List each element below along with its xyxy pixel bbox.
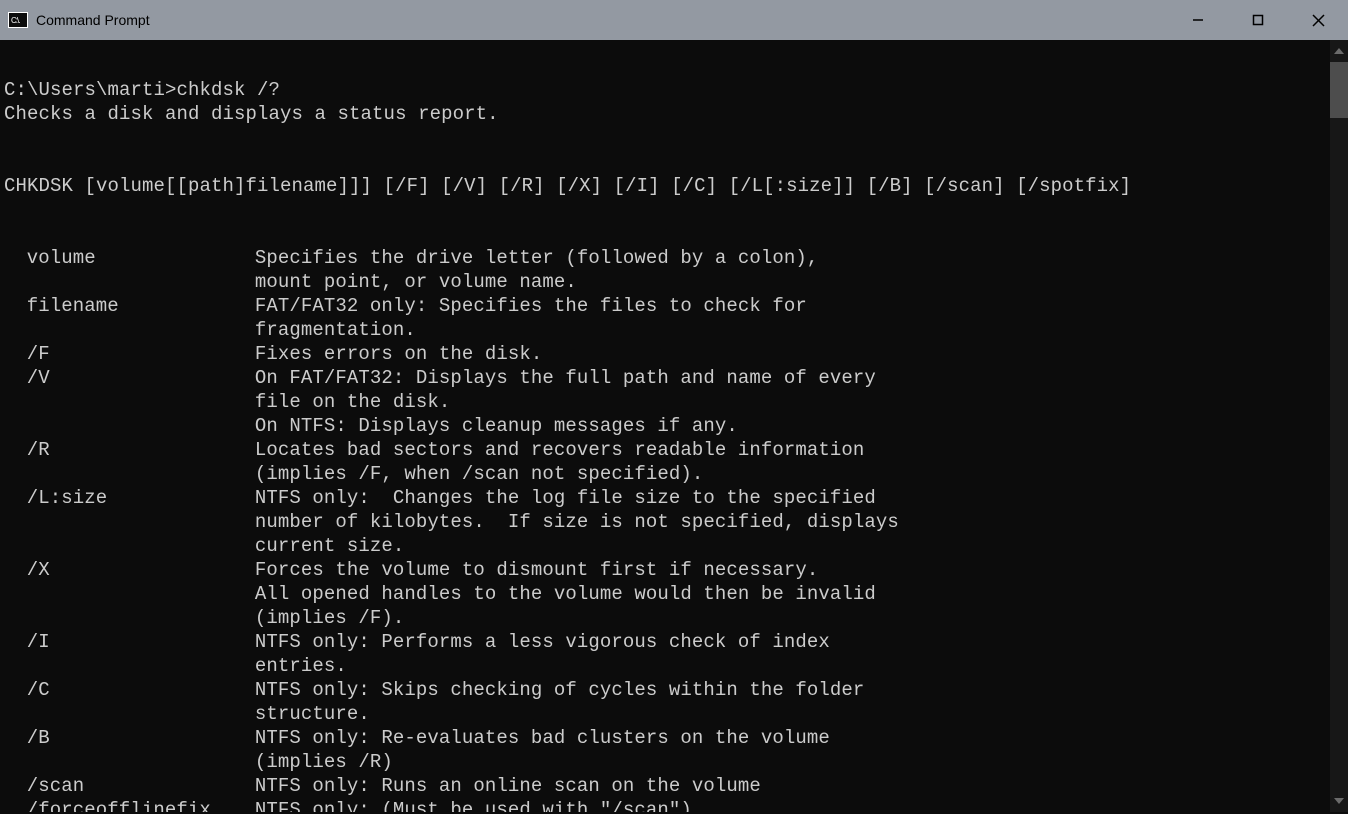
window-titlebar[interactable]: C:\. Command Prompt bbox=[0, 0, 1348, 40]
param-row: /VOn FAT/FAT32: Displays the full path a… bbox=[4, 366, 1326, 390]
window-title: Command Prompt bbox=[36, 12, 150, 28]
param-row: volumeSpecifies the drive letter (follow… bbox=[4, 246, 1326, 270]
param-name: /F bbox=[4, 342, 255, 366]
param-desc-cont: entries. bbox=[4, 654, 1326, 678]
minimize-button[interactable] bbox=[1168, 0, 1228, 40]
param-desc: Locates bad sectors and recovers readabl… bbox=[255, 438, 865, 462]
output-description: Checks a disk and displays a status repo… bbox=[4, 103, 499, 125]
param-row: /scanNTFS only: Runs an online scan on t… bbox=[4, 774, 1326, 798]
window-controls bbox=[1168, 0, 1348, 40]
param-desc-cont: mount point, or volume name. bbox=[4, 270, 1326, 294]
param-desc: NTFS only: (Must be used with "/scan") bbox=[255, 798, 692, 812]
param-row: /XForces the volume to dismount first if… bbox=[4, 558, 1326, 582]
param-desc-cont: file on the disk. bbox=[4, 390, 1326, 414]
param-name: /V bbox=[4, 366, 255, 390]
param-name: /X bbox=[4, 558, 255, 582]
output-syntax: CHKDSK [volume[[path]filename]]] [/F] [/… bbox=[4, 175, 1131, 197]
param-name: volume bbox=[4, 246, 255, 270]
scroll-down-arrow-icon[interactable] bbox=[1330, 790, 1348, 812]
param-row: /FFixes errors on the disk. bbox=[4, 342, 1326, 366]
param-desc-cont: current size. bbox=[4, 534, 1326, 558]
param-desc: FAT/FAT32 only: Specifies the files to c… bbox=[255, 294, 807, 318]
param-name: /L:size bbox=[4, 486, 255, 510]
param-desc: NTFS only: Skips checking of cycles with… bbox=[255, 678, 865, 702]
prompt-command: chkdsk /? bbox=[177, 79, 281, 101]
param-desc: On FAT/FAT32: Displays the full path and… bbox=[255, 366, 876, 390]
param-name: filename bbox=[4, 294, 255, 318]
param-row: /INTFS only: Performs a less vigorous ch… bbox=[4, 630, 1326, 654]
close-button[interactable] bbox=[1288, 0, 1348, 40]
param-desc: NTFS only: Re-evaluates bad clusters on … bbox=[255, 726, 830, 750]
param-desc: NTFS only: Changes the log file size to … bbox=[255, 486, 876, 510]
param-desc: Fixes errors on the disk. bbox=[255, 342, 543, 366]
param-desc-cont: (implies /R) bbox=[4, 750, 1326, 774]
param-desc: NTFS only: Performs a less vigorous chec… bbox=[255, 630, 830, 654]
param-row: filenameFAT/FAT32 only: Specifies the fi… bbox=[4, 294, 1326, 318]
maximize-button[interactable] bbox=[1228, 0, 1288, 40]
param-desc: Specifies the drive letter (followed by … bbox=[255, 246, 819, 270]
close-icon bbox=[1312, 14, 1325, 27]
scroll-thumb[interactable] bbox=[1330, 62, 1348, 118]
param-name: /C bbox=[4, 678, 255, 702]
param-name: /I bbox=[4, 630, 255, 654]
param-desc-cont: fragmentation. bbox=[4, 318, 1326, 342]
param-row: /CNTFS only: Skips checking of cycles wi… bbox=[4, 678, 1326, 702]
param-desc-cont: (implies /F, when /scan not specified). bbox=[4, 462, 1326, 486]
minimize-icon bbox=[1192, 14, 1204, 26]
param-row: /BNTFS only: Re-evaluates bad clusters o… bbox=[4, 726, 1326, 750]
maximize-icon bbox=[1252, 14, 1264, 26]
prompt-path: C:\Users\marti> bbox=[4, 79, 177, 101]
param-desc-cont: number of kilobytes. If size is not spec… bbox=[4, 510, 1326, 534]
param-row: /forceofflinefixNTFS only: (Must be used… bbox=[4, 798, 1326, 812]
param-name: /R bbox=[4, 438, 255, 462]
param-row: /RLocates bad sectors and recovers reada… bbox=[4, 438, 1326, 462]
param-desc-cont: All opened handles to the volume would t… bbox=[4, 582, 1326, 606]
param-desc: Forces the volume to dismount first if n… bbox=[255, 558, 819, 582]
param-row: /L:sizeNTFS only: Changes the log file s… bbox=[4, 486, 1326, 510]
param-desc: NTFS only: Runs an online scan on the vo… bbox=[255, 774, 761, 798]
param-name: /B bbox=[4, 726, 255, 750]
param-desc-cont: (implies /F). bbox=[4, 606, 1326, 630]
param-desc-cont: structure. bbox=[4, 702, 1326, 726]
vertical-scrollbar[interactable] bbox=[1330, 40, 1348, 812]
param-name: /scan bbox=[4, 774, 255, 798]
cmd-icon: C:\. bbox=[8, 12, 28, 28]
scroll-up-arrow-icon[interactable] bbox=[1330, 40, 1348, 62]
param-name: /forceofflinefix bbox=[4, 798, 255, 812]
param-desc-cont: On NTFS: Displays cleanup messages if an… bbox=[4, 414, 1326, 438]
terminal-output[interactable]: C:\Users\marti>chkdsk /? Checks a disk a… bbox=[0, 40, 1330, 812]
